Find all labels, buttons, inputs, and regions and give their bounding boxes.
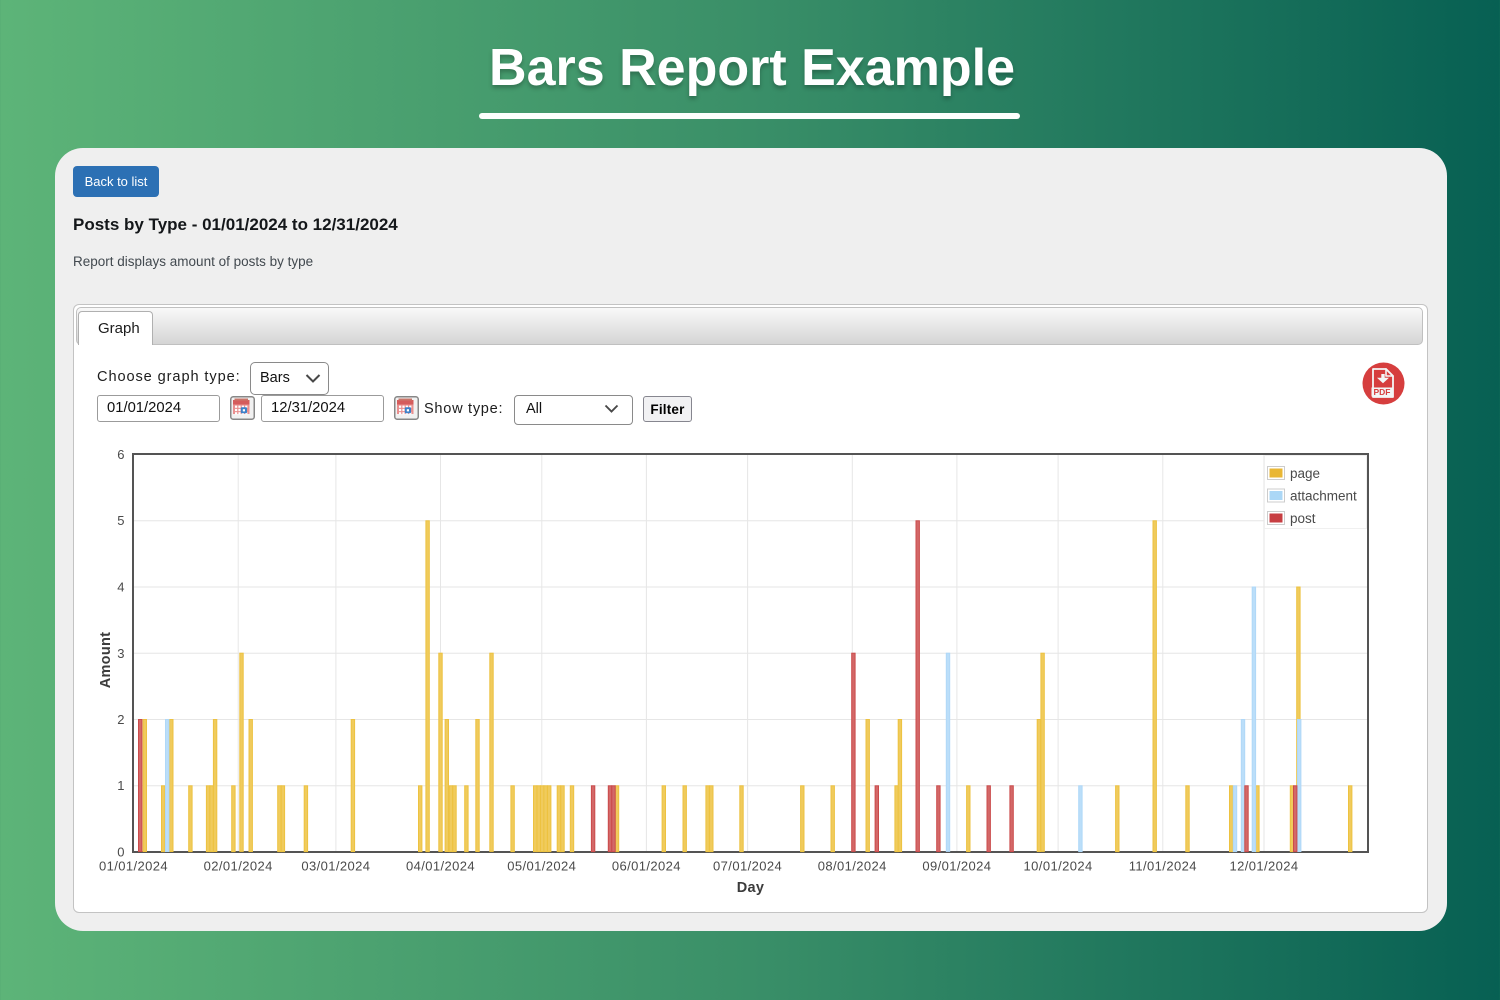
svg-text:4: 4 [117,580,124,595]
svg-text:12/01/2024: 12/01/2024 [1229,859,1298,874]
svg-text:03/01/2024: 03/01/2024 [301,859,370,874]
svg-text:1: 1 [117,778,124,793]
svg-text:07/01/2024: 07/01/2024 [713,859,782,874]
svg-text:post: post [1290,511,1316,526]
svg-text:04/01/2024: 04/01/2024 [406,859,475,874]
svg-text:01/01/2024: 01/01/2024 [99,859,168,874]
svg-text:page: page [1290,466,1320,481]
svg-text:02/01/2024: 02/01/2024 [204,859,273,874]
svg-text:10/01/2024: 10/01/2024 [1024,859,1093,874]
svg-text:08/01/2024: 08/01/2024 [818,859,887,874]
svg-text:6: 6 [117,447,124,462]
svg-text:06/01/2024: 06/01/2024 [612,859,681,874]
svg-text:2: 2 [117,712,124,727]
svg-text:Amount: Amount [98,632,114,689]
svg-text:Day: Day [737,880,765,896]
svg-text:0: 0 [117,845,124,860]
svg-text:5: 5 [117,513,124,528]
svg-text:attachment: attachment [1290,489,1357,504]
svg-text:3: 3 [117,646,124,661]
svg-text:05/01/2024: 05/01/2024 [507,859,576,874]
svg-text:11/01/2024: 11/01/2024 [1129,859,1197,874]
svg-text:09/01/2024: 09/01/2024 [922,859,991,874]
svg-text:PDF: PDF [1374,387,1391,397]
